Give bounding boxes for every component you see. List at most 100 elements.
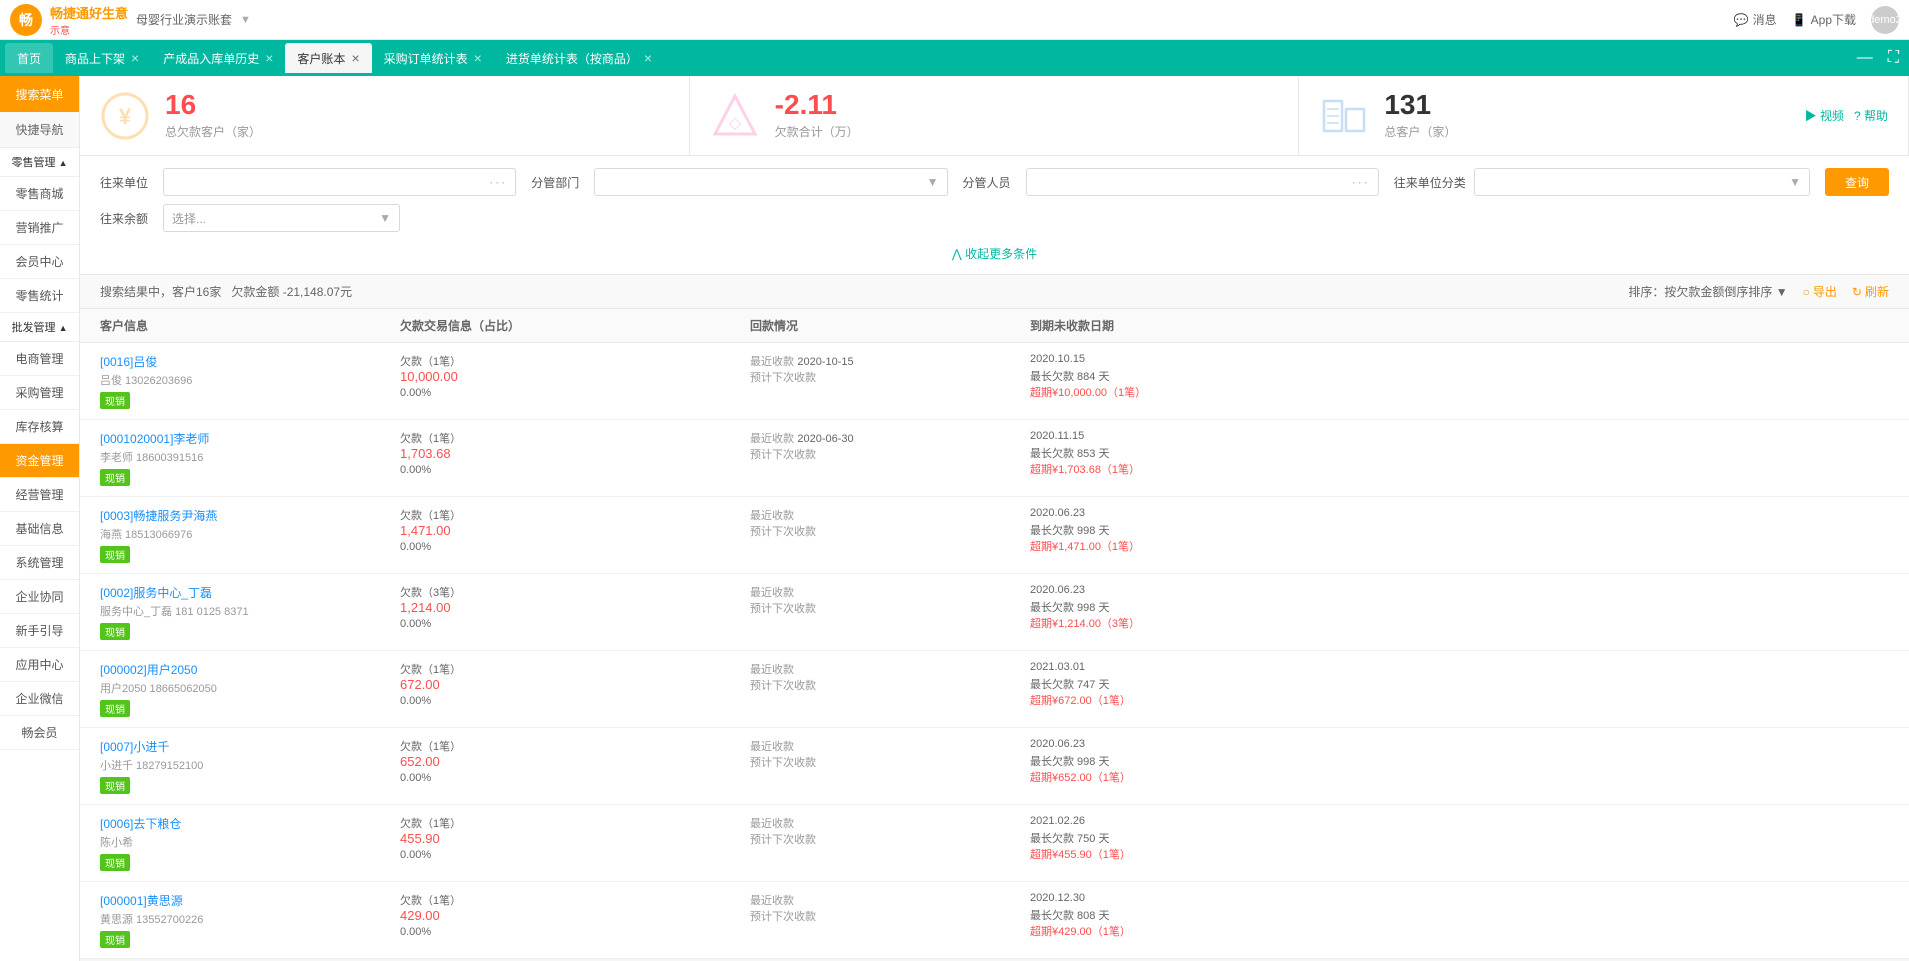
app-download-btn[interactable]: 📱 App下载 bbox=[1792, 11, 1856, 28]
refresh-btn[interactable]: ↻ 刷新 bbox=[1852, 283, 1889, 300]
debt-amount-3[interactable]: 1,214.00 bbox=[400, 600, 750, 615]
sidebar-item-basic-info[interactable]: 基础信息 bbox=[0, 512, 79, 546]
filter-area: 往来单位 ··· 分管部门 ▼ 分管人员 bbox=[80, 156, 1909, 275]
collection-next-3: 预计下次收款 bbox=[750, 600, 1030, 616]
overdue-amount-5[interactable]: 超期¥652.00（1笔） bbox=[1030, 769, 1889, 785]
tab-close-3[interactable]: × bbox=[351, 50, 359, 66]
tab-close-4[interactable]: × bbox=[474, 50, 482, 66]
overdue-days-0: 最长欠款 884 天 bbox=[1030, 368, 1889, 384]
tab-close-5[interactable]: × bbox=[644, 50, 652, 66]
user-menu[interactable]: demo2 bbox=[1871, 6, 1899, 34]
overdue-days-2: 最长欠款 998 天 bbox=[1030, 522, 1889, 538]
video-link[interactable]: ▶ 视频 bbox=[1805, 107, 1844, 124]
debt-amount-4[interactable]: 672.00 bbox=[400, 677, 750, 692]
sidebar-item-finance[interactable]: 资金管理 bbox=[0, 444, 79, 478]
quick-nav-btn[interactable]: 快捷导航 bbox=[0, 112, 79, 148]
filter-select-category[interactable]: ▼ bbox=[1474, 168, 1810, 196]
overdue-amount-4[interactable]: 超期¥672.00（1笔） bbox=[1030, 692, 1889, 708]
sidebar-item-member-center[interactable]: 会员中心 bbox=[0, 245, 79, 279]
total-customers-label: 总客户（家） bbox=[1384, 123, 1456, 140]
table-row: [0003]畅捷服务尹海燕 海燕 18513066976 现销 欠款（1笔） 1… bbox=[80, 497, 1909, 574]
tab-home[interactable]: 首页 bbox=[5, 43, 53, 73]
sort-dropdown-icon[interactable]: ▼ bbox=[1776, 285, 1788, 299]
customer-name-7[interactable]: [000001]黄思源 bbox=[100, 892, 400, 909]
sidebar-item-wholesale-mgmt[interactable]: 批发管理 bbox=[0, 313, 79, 342]
sidebar-item-operations[interactable]: 经营管理 bbox=[0, 478, 79, 512]
debt-desc-6: 欠款（1笔） bbox=[400, 815, 750, 831]
sidebar-item-purchase-mgmt[interactable]: 采购管理 bbox=[0, 376, 79, 410]
sidebar-item-marketing[interactable]: 营销推广 bbox=[0, 211, 79, 245]
sidebar: 搜索菜单 快捷导航 零售管理 零售商城 营销推广 会员中心 零售统计 批发管理 … bbox=[0, 76, 80, 961]
debtors-value: 16 bbox=[165, 91, 261, 119]
debt-amount-0[interactable]: 10,000.00 bbox=[400, 369, 750, 384]
filter-select-dept[interactable]: ▼ bbox=[594, 168, 947, 196]
collapse-bar[interactable]: ⋀ 收起更多条件 bbox=[100, 240, 1889, 262]
debtors-icon: ¥ bbox=[100, 91, 150, 141]
company-dropdown[interactable]: ▼ bbox=[240, 14, 251, 26]
due-info-5: 2020.06.23 最长欠款 998 天 超期¥652.00（1笔） bbox=[1030, 738, 1889, 785]
tab-close-1[interactable]: × bbox=[131, 50, 139, 66]
tab-production-history[interactable]: 产成品入库单历史 × bbox=[151, 43, 285, 73]
customer-name-5[interactable]: [0007]小进千 bbox=[100, 738, 400, 755]
debt-amount-1[interactable]: 1,703.68 bbox=[400, 446, 750, 461]
minimize-btn[interactable]: — bbox=[1852, 49, 1878, 67]
filter-input-manager[interactable]: ··· bbox=[1026, 168, 1379, 196]
debtors-label: 总欠款客户（家） bbox=[165, 123, 261, 140]
customers-icon bbox=[1319, 91, 1369, 141]
filter-dots-unit: ··· bbox=[489, 175, 507, 189]
results-actions: 排序：按欠款金额倒序排序 ▼ ○ 导出 ↻ 刷新 bbox=[1628, 283, 1889, 300]
sidebar-item-retail-stats[interactable]: 零售统计 bbox=[0, 279, 79, 313]
tab-product-listing[interactable]: 商品上下架 × bbox=[53, 43, 151, 73]
customer-tag-6: 现销 bbox=[100, 854, 130, 871]
tab-customer-ledger[interactable]: 客户账本 × bbox=[285, 43, 371, 73]
collection-next-1: 预计下次收款 bbox=[750, 446, 1030, 462]
message-btn[interactable]: 💬 消息 bbox=[1734, 11, 1777, 28]
debt-amount-6[interactable]: 455.90 bbox=[400, 831, 750, 846]
overdue-amount-3[interactable]: 超期¥1,214.00（3笔） bbox=[1030, 615, 1889, 631]
overdue-amount-6[interactable]: 超期¥455.90（1笔） bbox=[1030, 846, 1889, 862]
overdue-amount-2[interactable]: 超期¥1,471.00（1笔） bbox=[1030, 538, 1889, 554]
maximize-btn[interactable]: ⛶ bbox=[1883, 49, 1904, 67]
sidebar-item-newbie[interactable]: 新手引导 bbox=[0, 614, 79, 648]
customer-phone-0: 吕俊 13026203696 bbox=[100, 372, 400, 388]
sidebar-item-ecommerce[interactable]: 电商管理 bbox=[0, 342, 79, 376]
debt-amount-7[interactable]: 429.00 bbox=[400, 908, 750, 923]
overdue-amount-7[interactable]: 超期¥429.00（1笔） bbox=[1030, 923, 1889, 939]
search-menu-btn[interactable]: 搜索菜单 bbox=[0, 76, 79, 112]
debt-amount-2[interactable]: 1,471.00 bbox=[400, 523, 750, 538]
sidebar-item-changhui[interactable]: 畅会员 bbox=[0, 716, 79, 750]
sidebar-item-app-center[interactable]: 应用中心 bbox=[0, 648, 79, 682]
sidebar-item-wechat[interactable]: 企业微信 bbox=[0, 682, 79, 716]
collection-date-1: 2020-06-30 bbox=[797, 433, 853, 445]
query-button[interactable]: 查询 bbox=[1825, 168, 1889, 196]
collection-label-7: 最近收款 bbox=[750, 895, 794, 907]
help-link[interactable]: ? 帮助 bbox=[1854, 107, 1888, 124]
dept-dropdown-icon: ▼ bbox=[927, 175, 939, 189]
sidebar-item-system[interactable]: 系统管理 bbox=[0, 546, 79, 580]
overdue-amount-0[interactable]: 超期¥10,000.00（1笔） bbox=[1030, 384, 1889, 400]
sidebar-item-retail-mgmt[interactable]: 零售管理 bbox=[0, 148, 79, 177]
export-btn[interactable]: ○ 导出 bbox=[1803, 283, 1837, 300]
customer-name-2[interactable]: [0003]畅捷服务尹海燕 bbox=[100, 507, 400, 524]
customer-name-6[interactable]: [0006]去下粮仓 bbox=[100, 815, 400, 832]
table-row: [000001]黄思源 黄思源 13552700226 现销 欠款（1笔） 42… bbox=[80, 882, 1909, 959]
filter-group-balance: 往来余额 选择... ▼ bbox=[100, 204, 400, 232]
tab-purchase-stats[interactable]: 采购订单统计表 × bbox=[372, 43, 494, 73]
customer-name-0[interactable]: [0016]吕俊 bbox=[100, 353, 400, 370]
sidebar-item-enterprise[interactable]: 企业协同 bbox=[0, 580, 79, 614]
tab-close-2[interactable]: × bbox=[265, 50, 273, 66]
debt-amount-5[interactable]: 652.00 bbox=[400, 754, 750, 769]
customer-name-3[interactable]: [0002]服务中心_丁磊 bbox=[100, 584, 400, 601]
debt-desc-3: 欠款（3笔） bbox=[400, 584, 750, 600]
sidebar-item-inventory[interactable]: 库存核算 bbox=[0, 410, 79, 444]
due-info-7: 2020.12.30 最长欠款 808 天 超期¥429.00（1笔） bbox=[1030, 892, 1889, 939]
tab-goods-stats[interactable]: 进货单统计表（按商品） × bbox=[494, 43, 664, 73]
filter-label-unit: 往来单位 bbox=[100, 174, 155, 191]
filter-select-balance[interactable]: 选择... ▼ bbox=[163, 204, 400, 232]
filter-label-dept: 分管部门 bbox=[531, 174, 586, 191]
customer-name-4[interactable]: [000002]用户2050 bbox=[100, 661, 400, 678]
filter-input-unit[interactable]: ··· bbox=[163, 168, 516, 196]
overdue-amount-1[interactable]: 超期¥1,703.68（1笔） bbox=[1030, 461, 1889, 477]
sidebar-item-retail-mall[interactable]: 零售商城 bbox=[0, 177, 79, 211]
customer-name-1[interactable]: [0001020001]李老师 bbox=[100, 430, 400, 447]
